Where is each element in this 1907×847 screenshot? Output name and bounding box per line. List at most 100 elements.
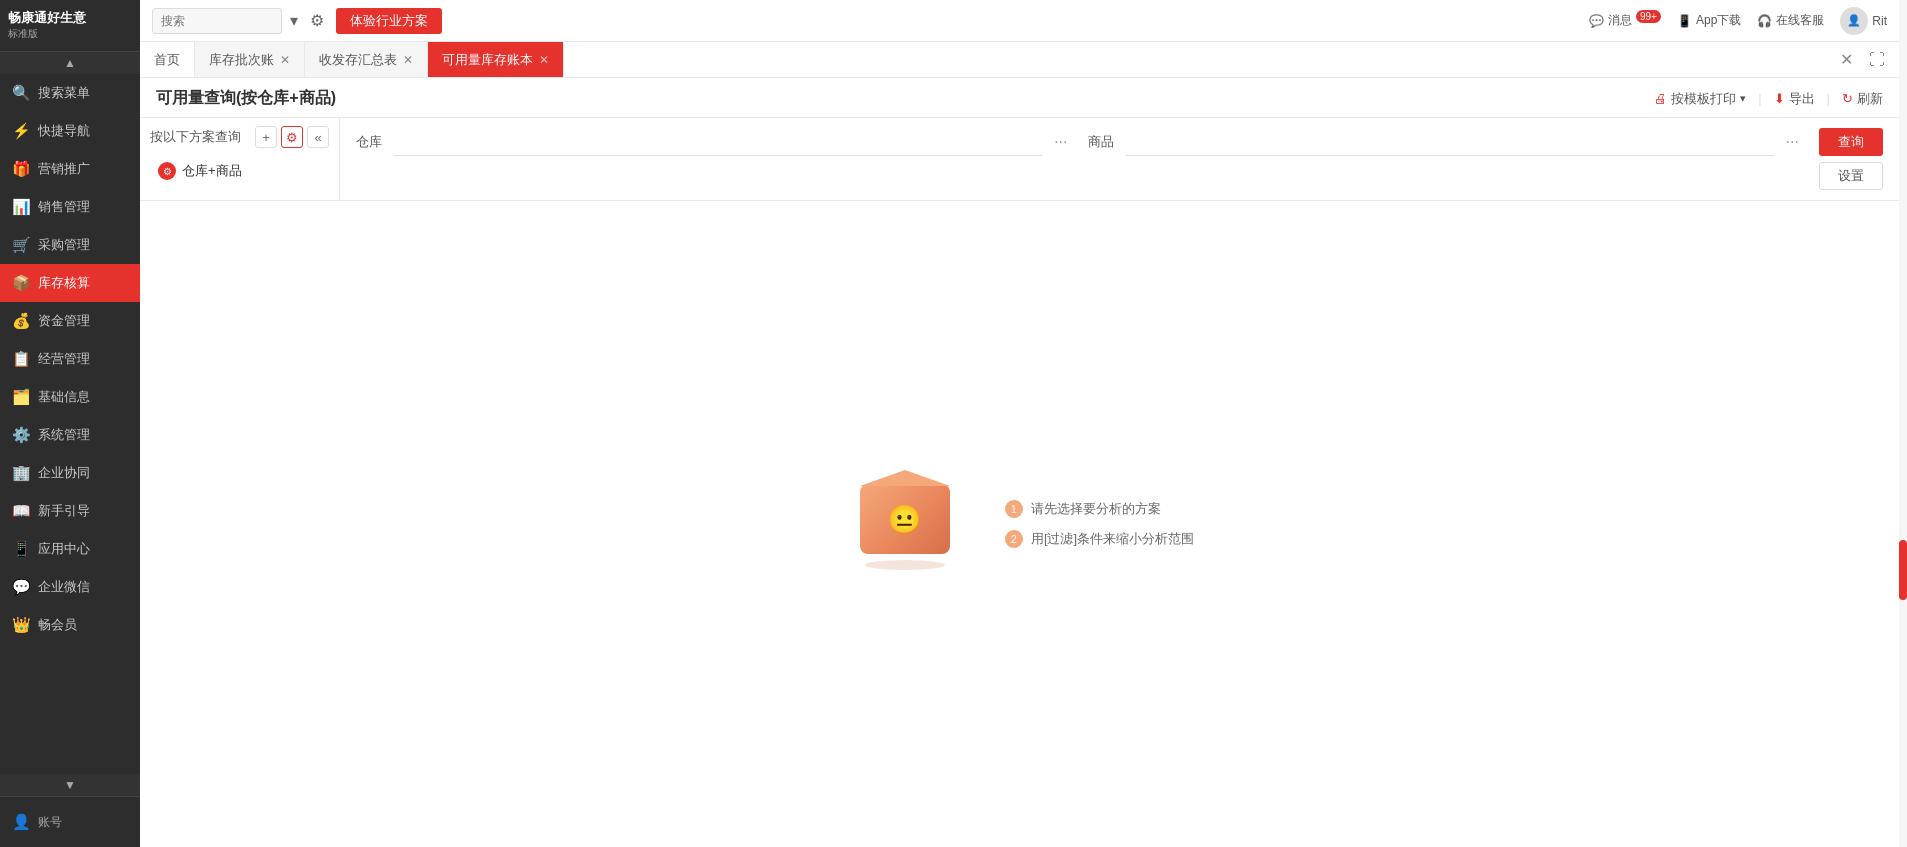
goods-input[interactable] xyxy=(1126,128,1774,156)
sidebar-item-marketing-promo[interactable]: 🎁 营销推广 xyxy=(0,150,140,188)
page-header-actions: 🖨 按模板打印 ▾ | ⬇ 导出 | ↻ 刷新 xyxy=(1654,90,1883,108)
tab-batch-ledger[interactable]: 库存批次账 ✕ xyxy=(195,42,305,78)
tab-home-label: 首页 xyxy=(154,51,180,69)
user-area[interactable]: 👤 Rit xyxy=(1840,7,1887,35)
sidebar-label-newbie: 新手引导 xyxy=(38,502,90,520)
add-scheme-btn[interactable]: + xyxy=(255,126,277,148)
scheme-item[interactable]: ⚙ 仓库+商品 xyxy=(150,156,329,186)
message-item[interactable]: 💬 消息 99+ xyxy=(1589,12,1661,29)
filter-left-icons: + ⚙ « xyxy=(255,126,329,148)
export-action[interactable]: ⬇ 导出 xyxy=(1774,90,1815,108)
app-download-item[interactable]: 📱 App下载 xyxy=(1677,12,1741,29)
tab-recv-ledger[interactable]: 收发存汇总表 ✕ xyxy=(305,42,428,78)
marketing-promo-icon: 🎁 xyxy=(12,160,30,178)
sidebar-item-finance[interactable]: 💰 资金管理 xyxy=(0,302,140,340)
sidebar-scroll-down[interactable]: ▼ xyxy=(0,774,140,796)
tab-recv-ledger-label: 收发存汇总表 xyxy=(319,51,397,69)
filter-settings-btn[interactable]: 设置 xyxy=(1819,162,1883,190)
tab-expand-btn[interactable]: ⛶ xyxy=(1863,49,1891,71)
sidebar-item-inventory[interactable]: 📦 库存核算 xyxy=(0,264,140,302)
scrollbar-thumb[interactable] xyxy=(1899,540,1907,600)
filter-field-goods: 商品 ··· xyxy=(1088,128,1804,156)
sidebar-label-purchase: 采购管理 xyxy=(38,236,90,254)
query-btn[interactable]: 查询 xyxy=(1819,128,1883,156)
sidebar-scroll-up[interactable]: ▲ xyxy=(0,52,140,74)
tab-available-ledger-close[interactable]: ✕ xyxy=(539,53,549,67)
online-service-item[interactable]: 🎧 在线客服 xyxy=(1757,12,1824,29)
app-download-label: App下载 xyxy=(1696,12,1741,29)
topbar-search-area: ▾ ⚙ xyxy=(152,8,328,34)
warehouse-more-btn[interactable]: ··· xyxy=(1050,133,1071,151)
hint1-text: 请先选择要分析的方案 xyxy=(1031,500,1161,518)
page-area: 可用量查询(按仓库+商品) 🖨 按模板打印 ▾ | ⬇ 导出 | ↻ 刷新 xyxy=(140,78,1899,847)
sidebar-item-newbie[interactable]: 📖 新手引导 xyxy=(0,492,140,530)
sidebar-item-vip[interactable]: 👑 畅会员 xyxy=(0,606,140,644)
sidebar-item-operations[interactable]: 📋 经营管理 xyxy=(0,340,140,378)
tab-close-all-btn[interactable]: ✕ xyxy=(1834,48,1859,71)
sidebar-item-wechat[interactable]: 💬 企业微信 xyxy=(0,568,140,606)
page-title: 可用量查询(按仓库+商品) xyxy=(156,88,336,109)
print-label: 按模板打印 xyxy=(1671,90,1736,108)
sidebar-label-enterprise: 企业协同 xyxy=(38,464,90,482)
sidebar-item-search[interactable]: 🔍 搜索菜单 xyxy=(0,74,140,112)
scheme-name: 仓库+商品 xyxy=(182,162,242,180)
export-label: 导出 xyxy=(1789,90,1815,108)
sidebar-item-bottom[interactable]: 👤 账号 xyxy=(0,805,140,839)
sidebar-item-sales[interactable]: 📊 销售管理 xyxy=(0,188,140,226)
headset-icon: 🎧 xyxy=(1757,14,1772,28)
filter-row: 仓库 ··· 商品 ··· xyxy=(356,128,1803,156)
warehouse-input[interactable] xyxy=(394,128,1042,156)
search-icon: 🔍 xyxy=(12,84,30,102)
trial-btn[interactable]: 体验行业方案 xyxy=(336,8,442,34)
dropdown-btn[interactable]: ▾ xyxy=(286,9,302,32)
hint2-text: 用[过滤]条件来缩小分析范围 xyxy=(1031,530,1194,548)
sidebar-item-app-center[interactable]: 📱 应用中心 xyxy=(0,530,140,568)
sidebar-label-search: 搜索菜单 xyxy=(38,84,90,102)
filter-left-header: 按以下方案查询 + ⚙ « xyxy=(150,126,329,148)
refresh-icon: ↻ xyxy=(1842,91,1853,106)
sidebar-item-system[interactable]: ⚙️ 系统管理 xyxy=(0,416,140,454)
message-label: 消息 xyxy=(1608,12,1632,29)
sidebar-bottom: 👤 账号 xyxy=(0,796,140,847)
right-scrollbar xyxy=(1899,0,1907,847)
topbar-search-input[interactable] xyxy=(152,8,282,34)
print-action[interactable]: 🖨 按模板打印 ▾ xyxy=(1654,90,1746,108)
scheme-settings-btn[interactable]: ⚙ xyxy=(281,126,303,148)
divider1: | xyxy=(1758,91,1761,106)
sidebar-label-operations: 经营管理 xyxy=(38,350,90,368)
empty-illustration: 😐 xyxy=(845,464,965,584)
tabs-bar-right: ✕ ⛶ xyxy=(1834,48,1899,71)
enterprise-icon: 🏢 xyxy=(12,464,30,482)
sidebar-label-basic-info: 基础信息 xyxy=(38,388,90,406)
topbar: ▾ ⚙ 体验行业方案 💬 消息 99+ 📱 App下载 🎧 在线客服 👤 xyxy=(140,0,1899,42)
tab-home[interactable]: 首页 xyxy=(140,42,195,78)
export-icon: ⬇ xyxy=(1774,91,1785,106)
collapse-btn[interactable]: « xyxy=(307,126,329,148)
message-icon: 💬 xyxy=(1589,14,1604,28)
sidebar-item-enterprise[interactable]: 🏢 企业协同 xyxy=(0,454,140,492)
sales-icon: 📊 xyxy=(12,198,30,216)
print-dropdown-icon[interactable]: ▾ xyxy=(1740,92,1746,105)
sidebar: 畅康通好生意 标准版 ▲ 🔍 搜索菜单 ⚡ 快捷导航 🎁 营销推广 📊 销售管理… xyxy=(0,0,140,847)
empty-state: 😐 1 请先选择要分析的方案 2 用[过滤]条件来缩小分析范围 xyxy=(140,201,1899,847)
warehouse-label: 仓库 xyxy=(356,133,386,151)
tab-recv-ledger-close[interactable]: ✕ xyxy=(403,53,413,67)
sidebar-item-shortcut[interactable]: ⚡ 快捷导航 xyxy=(0,112,140,150)
sidebar-bottom-label: 账号 xyxy=(38,814,62,831)
refresh-action[interactable]: ↻ 刷新 xyxy=(1842,90,1883,108)
empty-box: 😐 xyxy=(860,484,950,554)
goods-more-btn[interactable]: ··· xyxy=(1782,133,1803,151)
sidebar-item-purchase[interactable]: 🛒 采购管理 xyxy=(0,226,140,264)
filter-field-warehouse: 仓库 ··· xyxy=(356,128,1072,156)
empty-text: 1 请先选择要分析的方案 2 用[过滤]条件来缩小分析范围 xyxy=(1005,500,1194,548)
sidebar-label-wechat: 企业微信 xyxy=(38,578,90,596)
sidebar-item-basic-info[interactable]: 🗂️ 基础信息 xyxy=(0,378,140,416)
person-icon: 👤 xyxy=(12,813,30,831)
avatar-initials: 👤 xyxy=(1847,14,1861,27)
system-icon: ⚙️ xyxy=(12,426,30,444)
settings-icon-btn[interactable]: ⚙ xyxy=(306,9,328,32)
tab-batch-ledger-close[interactable]: ✕ xyxy=(280,53,290,67)
tab-available-ledger[interactable]: 可用量库存账本 ✕ xyxy=(428,42,564,78)
finance-icon: 💰 xyxy=(12,312,30,330)
basic-info-icon: 🗂️ xyxy=(12,388,30,406)
